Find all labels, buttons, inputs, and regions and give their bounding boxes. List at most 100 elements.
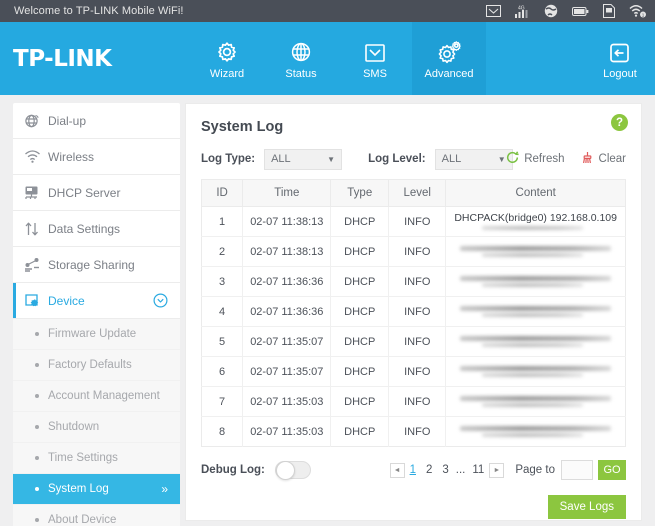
table-header-row: ID Time Type Level Content bbox=[201, 179, 626, 207]
page-to-input[interactable] bbox=[561, 460, 593, 480]
redacted-bar bbox=[460, 336, 611, 341]
broom-icon bbox=[581, 151, 594, 167]
clear-label: Clear bbox=[598, 153, 626, 165]
wifi-icon bbox=[24, 149, 48, 164]
table-row[interactable]: 2 02-07 11:38:13 DHCP INFO bbox=[201, 236, 626, 267]
refresh-label: Refresh bbox=[524, 153, 565, 165]
cell-id: 8 bbox=[201, 416, 244, 447]
cell-content bbox=[446, 417, 626, 447]
sidebar-item-about-device[interactable]: About Device bbox=[13, 505, 180, 526]
refresh-button[interactable]: Refresh bbox=[506, 151, 565, 167]
filter-row: Log Type: ALL ▼ Log Level: ALL ▼ Refresh… bbox=[201, 148, 626, 170]
bullet-icon bbox=[35, 456, 39, 460]
logout-icon bbox=[609, 37, 631, 64]
pagination-page-1[interactable]: 1 bbox=[405, 464, 421, 476]
sim-card-icon[interactable] bbox=[600, 3, 618, 19]
log-type-select[interactable]: ALL ▼ bbox=[264, 148, 343, 170]
nav-item-label: SMS bbox=[363, 68, 387, 80]
battery-icon[interactable] bbox=[571, 3, 589, 19]
redacted-bar bbox=[460, 306, 611, 311]
sidebar-item-system-log[interactable]: System Log » bbox=[13, 474, 180, 505]
nav-item-sms[interactable]: SMS bbox=[338, 22, 412, 95]
table-row[interactable]: 5 02-07 11:35:07 DHCP INFO bbox=[201, 326, 626, 357]
cell-type: DHCP bbox=[330, 266, 390, 297]
redacted-bar bbox=[482, 403, 583, 407]
cell-time: 02-07 11:35:07 bbox=[242, 356, 332, 387]
pagination: ◄ 1 2 3 ... 11 ► Page to GO bbox=[389, 460, 626, 480]
cell-content bbox=[445, 326, 626, 357]
wifi-icon[interactable]: 1 bbox=[629, 3, 647, 19]
table-row[interactable]: 4 02-07 11:36:36 DHCP INFO bbox=[201, 296, 626, 327]
sidebar-item-dhcp-server[interactable]: DHCP Server bbox=[13, 175, 180, 211]
cell-type: DHCP bbox=[330, 296, 390, 327]
sidebar-item-shutdown[interactable]: Shutdown bbox=[13, 412, 180, 443]
status-icon-tray: 4G 1 bbox=[484, 3, 647, 19]
sidebar-item-device[interactable]: Device bbox=[13, 283, 180, 319]
pagination-page-2[interactable]: 2 bbox=[421, 464, 437, 476]
internet-globe-icon[interactable] bbox=[542, 3, 560, 19]
sms-envelope-icon[interactable] bbox=[484, 3, 502, 19]
go-button[interactable]: GO bbox=[598, 460, 626, 480]
main-navbar: TP-LINK Wizard Status SMS Advanced Logou… bbox=[0, 22, 655, 95]
nav-items: Wizard Status SMS Advanced bbox=[190, 22, 486, 95]
table-row[interactable]: 3 02-07 11:36:36 DHCP INFO bbox=[201, 266, 626, 297]
sidebar-item-storage-sharing[interactable]: Storage Sharing bbox=[13, 247, 180, 283]
cell-level: INFO bbox=[388, 386, 447, 417]
logout-button[interactable]: Logout bbox=[597, 22, 643, 95]
cell-content bbox=[445, 296, 626, 327]
arrows-updown-icon bbox=[24, 221, 48, 237]
sidebar-sub-label: Firmware Update bbox=[48, 328, 137, 340]
table-row[interactable]: 6 02-07 11:35:07 DHCP INFO bbox=[201, 356, 626, 387]
tplink-logo[interactable]: TP-LINK bbox=[0, 22, 190, 95]
pagination-next-button[interactable]: ► bbox=[489, 462, 505, 478]
cell-time: 02-07 11:36:36 bbox=[242, 266, 332, 297]
nav-item-wizard[interactable]: Wizard bbox=[190, 22, 264, 95]
cell-id: 5 bbox=[201, 326, 244, 357]
table-row[interactable]: 1 02-07 11:38:13 DHCP INFO DHCPACK(bridg… bbox=[201, 206, 626, 237]
nav-item-status[interactable]: Status bbox=[264, 22, 338, 95]
sidebar-item-firmware-update[interactable]: Firmware Update bbox=[13, 319, 180, 350]
sidebar-item-dial-up[interactable]: Dial-up bbox=[13, 103, 180, 139]
sidebar-item-wireless[interactable]: Wireless bbox=[13, 139, 180, 175]
sidebar-item-label: Data Settings bbox=[48, 221, 121, 236]
cell-id: 4 bbox=[201, 296, 244, 327]
debug-log-toggle[interactable] bbox=[274, 461, 311, 480]
sidebar-sub-list: Firmware Update Factory Defaults Account… bbox=[13, 319, 180, 526]
page-title: System Log bbox=[201, 119, 284, 135]
chevron-down-icon[interactable] bbox=[153, 293, 168, 308]
pagination-page-3[interactable]: 3 bbox=[437, 464, 453, 476]
table-actions: Refresh Clear bbox=[506, 151, 626, 167]
redacted-bar bbox=[482, 343, 583, 347]
gears-icon bbox=[436, 37, 463, 64]
pagination-prev-button[interactable]: ◄ bbox=[389, 462, 405, 478]
sidebar-item-account-management[interactable]: Account Management bbox=[13, 381, 180, 412]
system-log-table: ID Time Type Level Content 1 02-07 11:38… bbox=[201, 179, 626, 447]
chevron-double-right-icon: » bbox=[161, 482, 168, 496]
sidebar-item-factory-defaults[interactable]: Factory Defaults bbox=[13, 350, 180, 381]
table-row[interactable]: 8 02-07 11:35:03 DHCP INFO bbox=[201, 416, 626, 447]
nav-item-label: Advanced bbox=[424, 68, 474, 80]
log-type-label: Log Type: bbox=[201, 153, 256, 165]
save-logs-button[interactable]: Save Logs bbox=[547, 495, 626, 519]
cell-type: DHCP bbox=[330, 386, 390, 417]
redacted-bar bbox=[460, 276, 611, 281]
chevron-down-icon: ▼ bbox=[327, 154, 336, 164]
pagination-page-last[interactable]: 11 bbox=[467, 464, 489, 476]
log-level-select[interactable]: ALL ▼ bbox=[434, 148, 513, 170]
globe-icon bbox=[24, 113, 48, 129]
table-row[interactable]: 7 02-07 11:35:03 DHCP INFO bbox=[201, 386, 626, 417]
clear-button[interactable]: Clear bbox=[581, 151, 626, 167]
sidebar-item-data-settings[interactable]: Data Settings bbox=[13, 211, 180, 247]
nav-item-label: Wizard bbox=[209, 68, 245, 80]
sidebar-item-time-settings[interactable]: Time Settings bbox=[13, 443, 180, 474]
help-icon[interactable]: ? bbox=[611, 114, 628, 131]
cell-type: DHCP bbox=[330, 326, 390, 357]
sidebar-item-label: Device bbox=[48, 293, 85, 308]
server-icon bbox=[24, 185, 48, 201]
table-head: ID Time Type Level Content bbox=[201, 179, 626, 207]
signal-bars-icon[interactable]: 4G bbox=[513, 3, 531, 19]
cell-content: DHCPACK(bridge0) 192.168.0.109 bbox=[445, 206, 626, 237]
cell-level: INFO bbox=[388, 326, 447, 357]
nav-item-advanced[interactable]: Advanced bbox=[412, 22, 486, 95]
log-level-value: ALL bbox=[441, 153, 462, 165]
